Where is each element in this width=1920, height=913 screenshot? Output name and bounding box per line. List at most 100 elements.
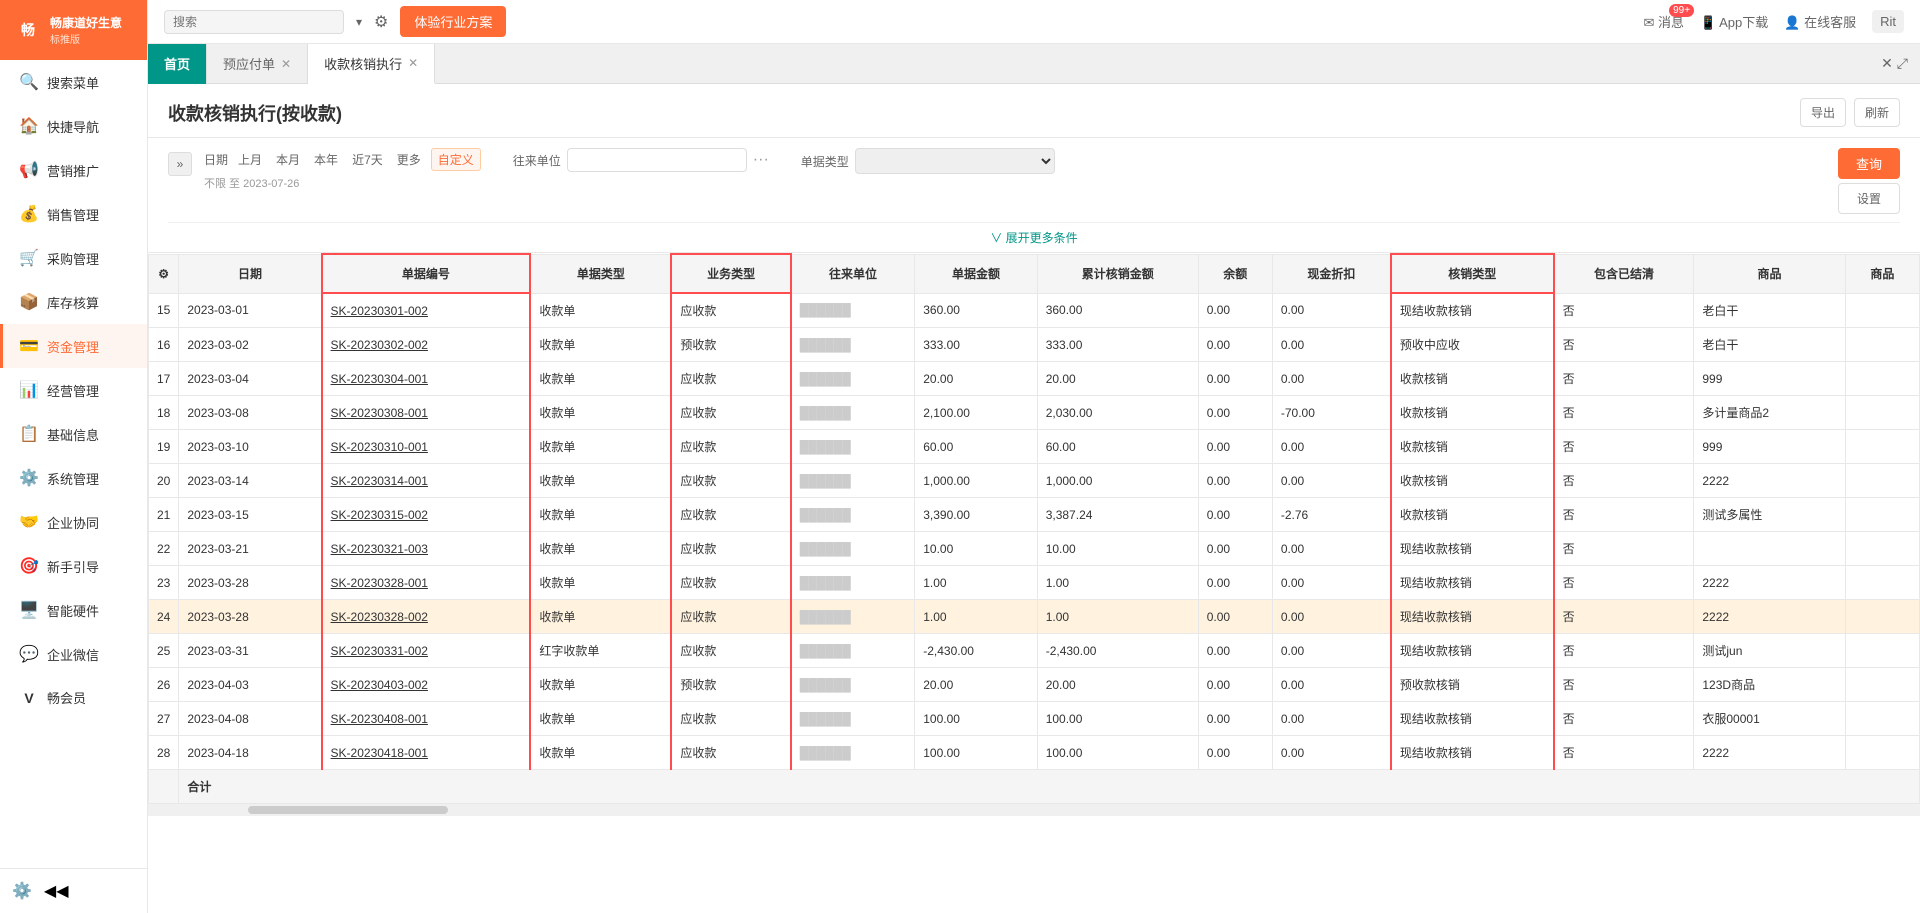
cell-order-no[interactable]: SK-20230310-001	[322, 430, 531, 464]
cell-order-no[interactable]: SK-20230302-002	[322, 328, 531, 362]
cell-product: 2222	[1694, 566, 1845, 600]
window-close-button[interactable]: ✕	[1881, 55, 1893, 72]
newbie-icon: 🎯	[19, 556, 39, 576]
cell-order-no[interactable]: SK-20230408-001	[322, 702, 531, 736]
sidebar-item-company[interactable]: 🤝 企业协同	[0, 500, 147, 544]
topbar-user[interactable]: Rit	[1872, 10, 1904, 33]
sidebar-item-inventory[interactable]: 📦 库存核算	[0, 280, 147, 324]
sidebar-item-sales[interactable]: 💰 销售管理	[0, 192, 147, 236]
cell-biz-type: 预收款	[671, 668, 790, 702]
th-counterpart: 往来单位	[791, 254, 915, 293]
cell-accum-writeoff: 360.00	[1037, 293, 1198, 328]
sidebar-item-wechat[interactable]: 💬 企业微信	[0, 632, 147, 676]
sidebar-bottom: ⚙️ ◀◀	[0, 868, 147, 913]
cell-order-no[interactable]: SK-20230403-002	[322, 668, 531, 702]
date-7days-btn[interactable]: 近7天	[348, 149, 387, 170]
date-custom-btn[interactable]: 自定义	[431, 148, 481, 171]
cell-no: 17	[149, 362, 179, 396]
cell-order-no[interactable]: SK-20230301-002	[322, 293, 531, 328]
tab-writeoff-close[interactable]: ✕	[408, 56, 418, 70]
cell-order-no[interactable]: SK-20230308-001	[322, 396, 531, 430]
cell-accum-writeoff: 60.00	[1037, 430, 1198, 464]
sidebar-item-newbie[interactable]: 🎯 新手引导	[0, 544, 147, 588]
date-last-month-btn[interactable]: 上月	[234, 149, 266, 170]
marketing-icon: 📢	[19, 160, 39, 180]
cell-no: 15	[149, 293, 179, 328]
collapse-icon[interactable]: ◀◀	[44, 881, 69, 901]
cell-date: 2023-03-15	[179, 498, 322, 532]
filter-dots[interactable]: ···	[753, 151, 769, 169]
horizontal-scrollbar[interactable]	[148, 804, 1920, 816]
filter-expand-button[interactable]: ∨ 展开更多条件	[990, 231, 1077, 245]
date-this-month-btn[interactable]: 本月	[272, 149, 304, 170]
cell-date: 2023-03-08	[179, 396, 322, 430]
cell-biz-type: 应收款	[671, 430, 790, 464]
receipt-type-select[interactable]	[855, 148, 1055, 174]
cell-order-no[interactable]: SK-20230321-003	[322, 532, 531, 566]
topbar-dropdown-icon[interactable]: ▾	[356, 15, 362, 29]
cell-order-no[interactable]: SK-20230331-002	[322, 634, 531, 668]
topbar-gear-icon[interactable]: ⚙	[374, 12, 388, 32]
sidebar-item-basic[interactable]: 📋 基础信息	[0, 412, 147, 456]
filter-collapse-button[interactable]: »	[168, 152, 192, 176]
counterpart-filter-input[interactable]	[567, 148, 747, 172]
scrollbar-thumb[interactable]	[248, 806, 448, 814]
cell-order-no[interactable]: SK-20230328-001	[322, 566, 531, 600]
filter-date-group: 日期 上月 本月 本年 近7天 更多 自定义 不限 至 2023-07-26	[204, 148, 481, 191]
topbar-app-download[interactable]: 📱 App下载	[1700, 12, 1768, 31]
th-writeoff-type: 核销类型	[1391, 254, 1554, 293]
sidebar-item-search[interactable]: 🔍 搜索菜单	[0, 60, 147, 104]
cell-amount: 100.00	[915, 702, 1037, 736]
cell-include-settled: 否	[1554, 566, 1694, 600]
sidebar-item-system[interactable]: ⚙️ 系统管理	[0, 456, 147, 500]
table-row: 19 2023-03-10 SK-20230310-001 收款单 应收款 ██…	[149, 430, 1920, 464]
cell-amount: 1.00	[915, 600, 1037, 634]
query-button[interactable]: 查询	[1838, 148, 1900, 179]
cell-amount: 360.00	[915, 293, 1037, 328]
refresh-button[interactable]: 刷新	[1854, 98, 1900, 127]
export-button[interactable]: 导出	[1800, 98, 1846, 127]
cell-balance: 0.00	[1198, 396, 1272, 430]
cell-date: 2023-04-18	[179, 736, 322, 770]
sidebar-item-hardware[interactable]: 🖥️ 智能硬件	[0, 588, 147, 632]
tab-prepay-close[interactable]: ✕	[281, 57, 291, 71]
topbar-message[interactable]: ✉ 消息 99+	[1644, 12, 1685, 31]
date-more-btn[interactable]: 更多	[393, 149, 425, 170]
window-maximize-button[interactable]: ⤢	[1897, 55, 1908, 72]
cell-order-no[interactable]: SK-20230418-001	[322, 736, 531, 770]
cell-biz-type: 应收款	[671, 396, 790, 430]
tab-home-label: 首页	[164, 54, 190, 73]
topbar-online-service[interactable]: 👤 在线客服	[1784, 12, 1856, 31]
settings-icon[interactable]: ⚙️	[12, 881, 32, 901]
cell-receipt-type: 收款单	[530, 430, 671, 464]
cell-order-no[interactable]: SK-20230304-001	[322, 362, 531, 396]
cell-order-no[interactable]: SK-20230328-002	[322, 600, 531, 634]
page: 收款核销执行(按收款) 导出 刷新 » 日期 上月 本月 本年 近7天 更多	[148, 84, 1920, 913]
date-this-year-btn[interactable]: 本年	[310, 149, 342, 170]
cell-order-no[interactable]: SK-20230315-002	[322, 498, 531, 532]
cell-counterpart: ██████	[791, 328, 915, 362]
message-icon: ✉	[1644, 15, 1655, 30]
cell-accum-writeoff: 100.00	[1037, 702, 1198, 736]
topbar-search-input[interactable]	[164, 10, 344, 34]
cell-biz-type: 应收款	[671, 532, 790, 566]
tab-writeoff[interactable]: 收款核销执行 ✕	[308, 44, 435, 84]
cell-order-no[interactable]: SK-20230314-001	[322, 464, 531, 498]
cell-receipt-type: 收款单	[530, 328, 671, 362]
tab-prepay[interactable]: 预应付单 ✕	[207, 44, 308, 84]
cell-no: 19	[149, 430, 179, 464]
sidebar-item-marketing[interactable]: 📢 营销推广	[0, 148, 147, 192]
industry-solution-button[interactable]: 体验行业方案	[400, 6, 506, 37]
sidebar-item-finance[interactable]: 💳 资金管理	[0, 324, 147, 368]
sidebar-item-purchase[interactable]: 🛒 采购管理	[0, 236, 147, 280]
filter-settings-button[interactable]: 设置	[1838, 183, 1900, 214]
system-icon: ⚙️	[19, 468, 39, 488]
cell-receipt-type: 收款单	[530, 566, 671, 600]
sidebar-item-operations[interactable]: 📊 经营管理	[0, 368, 147, 412]
cell-writeoff-type: 现结收款核销	[1391, 566, 1554, 600]
cell-receipt-type: 收款单	[530, 600, 671, 634]
th-settings[interactable]: ⚙	[149, 254, 179, 293]
sidebar-item-shortcut[interactable]: 🏠 快捷导航	[0, 104, 147, 148]
tab-home[interactable]: 首页	[148, 44, 207, 84]
sidebar-item-member[interactable]: V 畅会员	[0, 676, 147, 719]
